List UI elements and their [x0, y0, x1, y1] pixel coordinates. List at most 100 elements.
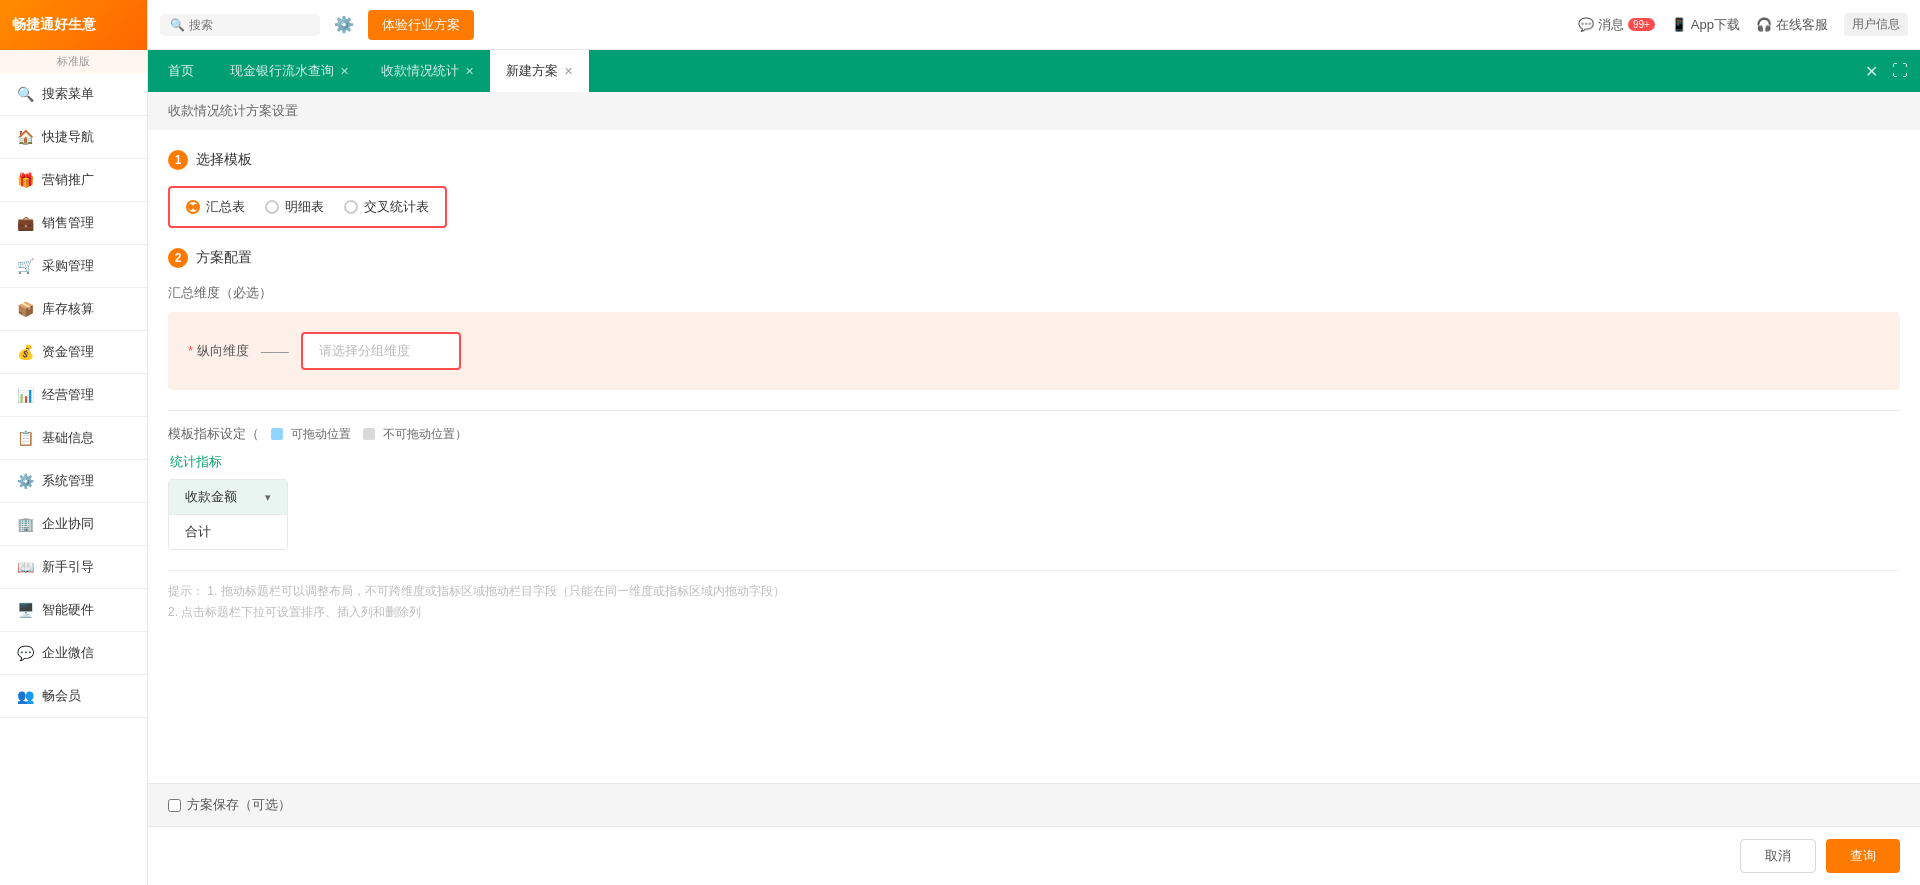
sidebar-item-label: 畅会员 [42, 687, 81, 705]
draggable-legend: 可拖动位置 [271, 426, 351, 443]
top-header: 🔍 ⚙️ 体验行业方案 💬 消息 99+ 📱 App下载 🎧 在线客服 用户信息 [148, 0, 1920, 50]
tab-stats[interactable]: 收款情况统计 ✕ [365, 50, 490, 92]
tab-bank[interactable]: 现金银行流水查询 ✕ [214, 50, 365, 92]
sidebar-item-guide[interactable]: 📖 新手引导 [0, 546, 147, 589]
search-bar[interactable]: 🔍 [160, 14, 320, 36]
save-checkbox-input[interactable] [168, 799, 181, 812]
download-button[interactable]: 📱 App下载 [1671, 16, 1740, 34]
marketing-icon: 🎁 [16, 171, 34, 189]
breadcrumb-text: 收款情况统计方案设置 [168, 103, 298, 118]
sidebar-item-operations[interactable]: 📊 经营管理 [0, 374, 147, 417]
settings-button[interactable]: ⚙️ [328, 9, 360, 41]
radio-cross-label: 交叉统计表 [364, 198, 429, 216]
tabbar: 首页 现金银行流水查询 ✕ 收款情况统计 ✕ 新建方案 ✕ ✕ ⛶ [148, 50, 1920, 92]
step2-section: 2 方案配置 汇总维度（必选） * 纵向维度 —— 请选择分组维度 [168, 248, 1900, 637]
cancel-button[interactable]: 取消 [1740, 839, 1816, 873]
sidebar-item-finance[interactable]: 💰 资金管理 [0, 331, 147, 374]
download-label: App下载 [1691, 16, 1740, 34]
sidebar-item-sales[interactable]: 💼 销售管理 [0, 202, 147, 245]
step2-num: 2 [168, 248, 188, 268]
message-button[interactable]: 💬 消息 99+ [1578, 16, 1655, 34]
dim-select-dropdown[interactable]: 请选择分组维度 [301, 332, 461, 370]
sidebar-item-inventory[interactable]: 📦 库存核算 [0, 288, 147, 331]
home-icon: 🏠 [16, 128, 34, 146]
save-option[interactable]: 方案保存（可选） [168, 796, 291, 814]
page-footer: 方案保存（可选） [148, 783, 1920, 826]
tab-bank-close[interactable]: ✕ [340, 65, 349, 78]
main-area: 🔍 ⚙️ 体验行业方案 💬 消息 99+ 📱 App下载 🎧 在线客服 用户信息 [148, 0, 1920, 885]
vertical-dim-label: * 纵向维度 [188, 342, 249, 360]
tab-stats-close[interactable]: ✕ [465, 65, 474, 78]
tab-new-plan[interactable]: 新建方案 ✕ [490, 50, 589, 92]
sidebar-item-hardware[interactable]: 🖥️ 智能硬件 [0, 589, 147, 632]
user-info[interactable]: 用户信息 [1844, 13, 1908, 36]
sidebar-item-purchase[interactable]: 🛒 采购管理 [0, 245, 147, 288]
guide-icon: 📖 [16, 558, 34, 576]
radio-summary[interactable]: 汇总表 [186, 198, 245, 216]
radio-cross[interactable]: 交叉统计表 [344, 198, 429, 216]
industry-button[interactable]: 体验行业方案 [368, 10, 474, 40]
sidebar-item-enterprise[interactable]: 🏢 企业协同 [0, 503, 147, 546]
download-icon: 📱 [1671, 17, 1687, 32]
basic-icon: 📋 [16, 429, 34, 447]
sidebar-item-label: 营销推广 [42, 171, 94, 189]
step2-label: 方案配置 [196, 249, 252, 267]
service-label: 在线客服 [1776, 16, 1828, 34]
sidebar-item-label: 新手引导 [42, 558, 94, 576]
sidebar-item-label: 库存核算 [42, 300, 94, 318]
metrics-section: 模板指标设定（ 可拖动位置 不可拖动位置） 统计指标 收款 [168, 410, 1900, 550]
dimension-area: * 纵向维度 —— 请选择分组维度 [168, 312, 1900, 390]
message-label: 消息 [1598, 16, 1624, 34]
tab-home[interactable]: 首页 [148, 50, 214, 92]
tab-close-all-button[interactable]: ✕ [1861, 58, 1882, 85]
radio-summary-label: 汇总表 [206, 198, 245, 216]
draggable-tag [271, 428, 283, 440]
page-body: 1 选择模板 汇总表 明细表 [148, 130, 1920, 783]
enterprise-icon: 🏢 [16, 515, 34, 533]
tab-new-plan-close[interactable]: ✕ [564, 65, 573, 78]
dimension-row: * 纵向维度 —— 请选择分组维度 [188, 332, 1880, 370]
sidebar-item-marketing[interactable]: 🎁 营销推广 [0, 159, 147, 202]
inventory-icon: 📦 [16, 300, 34, 318]
metrics-dropdown-arrow[interactable]: ▾ [265, 491, 271, 504]
metrics-header: 模板指标设定（ 可拖动位置 不可拖动位置） [168, 425, 1900, 443]
radio-cross-circle[interactable] [344, 200, 358, 214]
action-bar: 取消 查询 [148, 826, 1920, 885]
radio-detail-circle[interactable] [265, 200, 279, 214]
query-button[interactable]: 查询 [1826, 839, 1900, 873]
sidebar-item-wechat[interactable]: 💬 企业微信 [0, 632, 147, 675]
metrics-table-row: 合计 [169, 515, 287, 549]
tab-bank-label: 现金银行流水查询 [230, 62, 334, 80]
metrics-section-title: 统计指标 [168, 453, 1900, 471]
sidebar-item-basic[interactable]: 📋 基础信息 [0, 417, 147, 460]
radio-detail[interactable]: 明细表 [265, 198, 324, 216]
wechat-icon: 💬 [16, 644, 34, 662]
tab-maximize-button[interactable]: ⛶ [1888, 58, 1912, 84]
search-icon: 🔍 [170, 18, 185, 32]
search-input[interactable] [189, 18, 310, 32]
sidebar-item-label: 基础信息 [42, 429, 94, 447]
non-draggable-tag [363, 428, 375, 440]
metrics-col-header-text: 收款金额 [185, 488, 237, 506]
sales-icon: 💼 [16, 214, 34, 232]
metrics-table-header[interactable]: 收款金额 ▾ [169, 480, 287, 515]
sidebar-item-label: 快捷导航 [42, 128, 94, 146]
logo-sub: 标准版 [0, 50, 147, 73]
sidebar-item-search[interactable]: 🔍 搜索菜单 [0, 73, 147, 116]
tips-area: 提示： 1. 拖动标题栏可以调整布局，不可跨维度或指标区域拖动栏目字段（只能在同… [168, 570, 1900, 637]
radio-summary-circle[interactable] [186, 200, 200, 214]
draggable-text: 可拖动位置 [291, 426, 351, 443]
search-icon: 🔍 [16, 85, 34, 103]
sidebar-item-member[interactable]: 👥 畅会员 [0, 675, 147, 718]
tip-2: 2. 点击标题栏下拉可设置排序、插入列和删除列 [168, 604, 1900, 621]
service-button[interactable]: 🎧 在线客服 [1756, 16, 1828, 34]
sidebar-item-label: 企业微信 [42, 644, 94, 662]
step1-num: 1 [168, 150, 188, 170]
header-right: 💬 消息 99+ 📱 App下载 🎧 在线客服 用户信息 [1578, 13, 1908, 36]
tab-home-label: 首页 [168, 62, 194, 80]
non-draggable-text: 不可拖动位置） [383, 426, 467, 443]
sidebar-item-system[interactable]: ⚙️ 系统管理 [0, 460, 147, 503]
non-draggable-legend: 不可拖动位置） [363, 426, 467, 443]
sidebar-item-quicknav[interactable]: 🏠 快捷导航 [0, 116, 147, 159]
message-badge: 99+ [1628, 18, 1655, 31]
